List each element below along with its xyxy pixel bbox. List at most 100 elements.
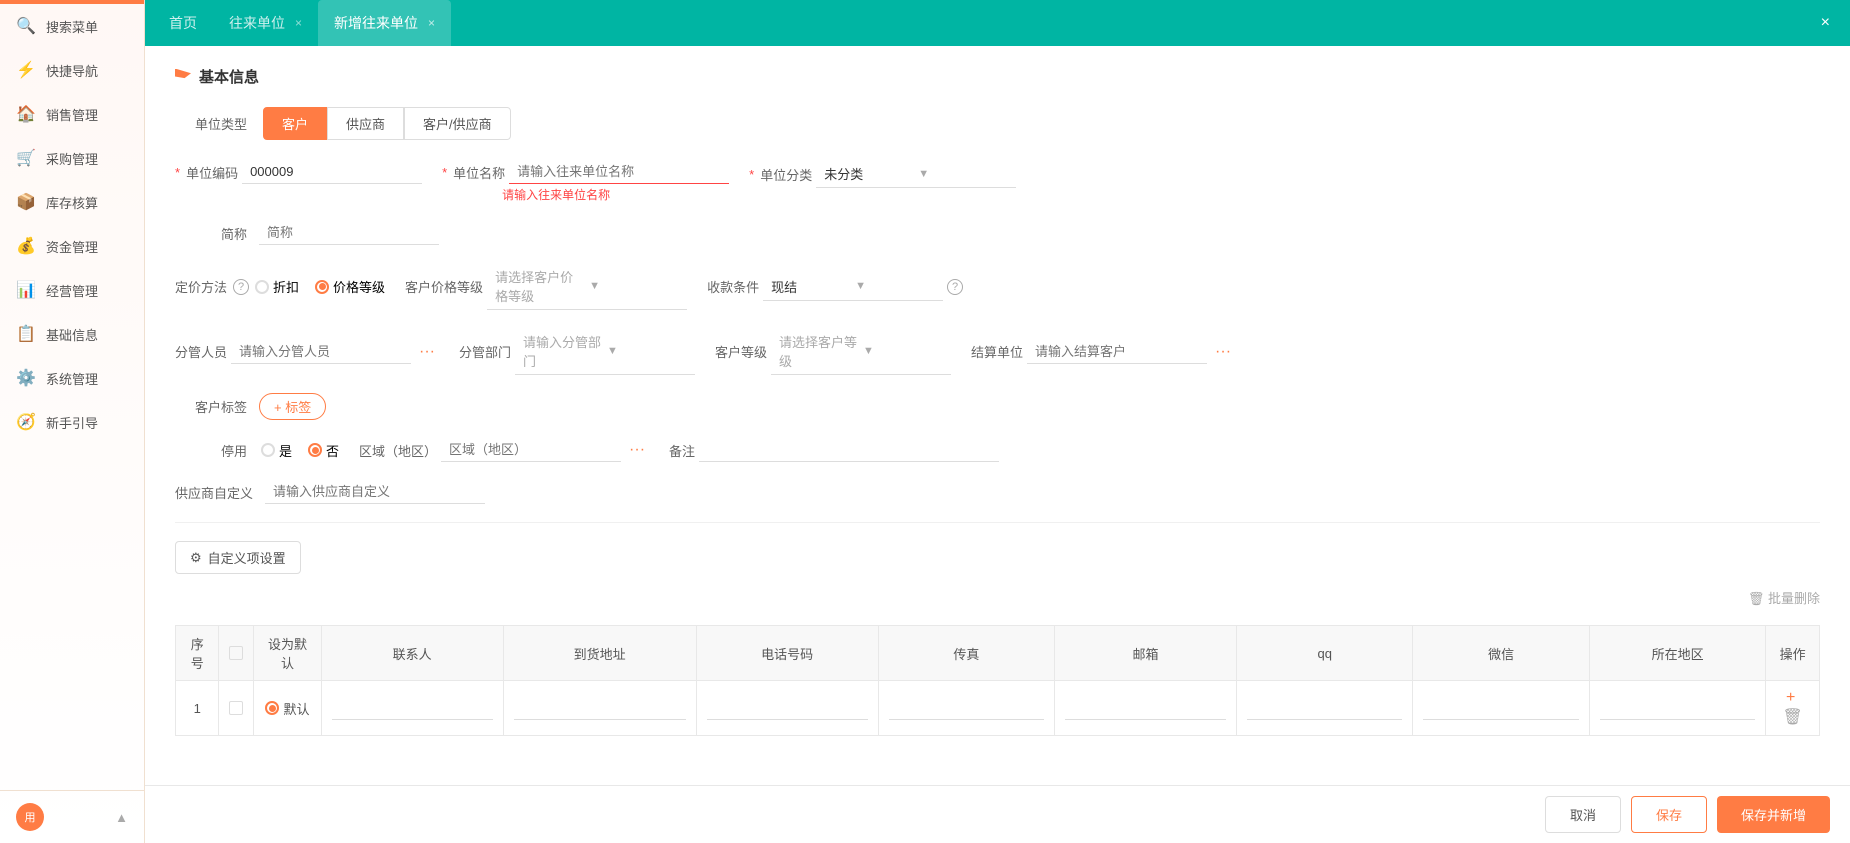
fax-input[interactable] (889, 696, 1044, 720)
wechat-input[interactable] (1423, 696, 1578, 720)
tab-counterpart-label: 往来单位 (229, 13, 285, 33)
customer-level-select[interactable]: 请选择客户等级 ▼ (771, 328, 951, 375)
pricing-row: 定价方法 ? 折扣 价格等级 客户价格等级 请选择客户价格等级 (175, 263, 1820, 310)
default-radio[interactable] (265, 701, 279, 715)
cancel-button[interactable]: 取消 (1545, 796, 1621, 833)
custom-settings-button[interactable]: ⚙ 自定义项设置 (175, 541, 301, 574)
window-close-button[interactable]: × (1809, 14, 1842, 32)
unit-btn-supplier[interactable]: 供应商 (327, 107, 404, 140)
cell-qq (1237, 681, 1413, 736)
cell-address (503, 681, 696, 736)
section-title: 基本信息 (175, 66, 1820, 87)
unit-name-label: 单位名称 (453, 163, 505, 182)
batch-delete-btn[interactable]: 批量删除 (1768, 591, 1820, 606)
pricing-discount-radio[interactable] (255, 280, 269, 294)
qq-input[interactable] (1247, 696, 1402, 720)
tab-counterpart-close[interactable]: × (295, 16, 302, 30)
customer-tag-label: 客户标签 (175, 397, 255, 416)
add-tag-button[interactable]: + 标签 (259, 393, 326, 420)
tab-counterpart[interactable]: 往来单位 × (213, 0, 318, 46)
pricing-level-radio[interactable] (315, 280, 329, 294)
payment-terms-field: 收款条件 现结 ▼ ? (707, 273, 963, 301)
tab-home[interactable]: 首页 (153, 0, 213, 46)
save-button[interactable]: 保存 (1631, 796, 1707, 833)
unit-category-field: * 单位分类 未分类 ▼ (749, 160, 1016, 188)
unit-type-label: 单位类型 (175, 114, 255, 133)
department-label: 分管部门 (459, 342, 511, 361)
payment-terms-help-icon[interactable]: ? (947, 279, 963, 295)
settlement-more-btn[interactable]: ··· (1211, 343, 1235, 361)
supplier-custom-row: 供应商自定义 (175, 480, 1820, 504)
cell-default: 默认 (254, 681, 321, 736)
manager-input[interactable] (231, 340, 411, 364)
tab-new-counterpart[interactable]: 新增往来单位 × (318, 0, 451, 46)
settlement-unit-field: 结算单位 ··· (971, 340, 1235, 364)
sidebar-item-label: 资金管理 (46, 237, 98, 256)
pricing-help-icon[interactable]: ? (233, 279, 249, 295)
main-area: 首页 往来单位 × 新增往来单位 × × 基本信息 单位类型 客户 供应商 客户… (145, 0, 1850, 843)
sidebar-item-search[interactable]: 🔍 搜索菜单 (0, 4, 144, 48)
supplier-custom-input[interactable] (265, 480, 485, 504)
department-select[interactable]: 请输入分管部门 ▼ (515, 328, 695, 375)
region-input[interactable] (441, 438, 621, 462)
remark-input[interactable] (699, 438, 999, 462)
add-row-btn[interactable]: + (1786, 689, 1795, 706)
short-name-row: 简称 (175, 221, 1820, 245)
delete-row-btn[interactable]: 🗑 (1783, 709, 1803, 726)
sidebar-item-label: 基础信息 (46, 325, 98, 344)
settlement-unit-input[interactable] (1027, 340, 1207, 364)
customer-price-level-label: 客户价格等级 (405, 277, 483, 296)
region-more-btn[interactable]: ··· (625, 441, 649, 459)
customer-price-level-select[interactable]: 请选择客户价格等级 ▼ (487, 263, 687, 310)
save-new-button[interactable]: 保存并新增 (1717, 796, 1830, 833)
sidebar-item-basic-info[interactable]: 📋 基础信息 (0, 312, 144, 356)
location-input[interactable] (1600, 696, 1755, 720)
contact-input[interactable] (332, 696, 493, 720)
sidebar-item-inventory[interactable]: 📦 库存核算 (0, 180, 144, 224)
address-input[interactable] (514, 696, 686, 720)
disabled-yes-radio[interactable] (261, 443, 275, 457)
default-radio-option[interactable]: 默认 (264, 699, 310, 718)
sidebar-item-label: 销售管理 (46, 105, 98, 124)
col-actions: 操作 (1766, 626, 1820, 681)
sidebar-item-beginner[interactable]: 🧭 新手引导 (0, 400, 144, 444)
sidebar-item-sales[interactable]: 🏠 销售管理 (0, 92, 144, 136)
pricing-level-option[interactable]: 价格等级 (315, 277, 385, 296)
customer-price-level-field: 客户价格等级 请选择客户价格等级 ▼ (405, 263, 687, 310)
manager-more-btn[interactable]: ··· (415, 343, 439, 361)
supplier-custom-label: 供应商自定义 (175, 483, 261, 502)
tab-new-counterpart-close[interactable]: × (428, 16, 435, 30)
email-input[interactable] (1065, 696, 1226, 720)
cell-row-actions: + 🗑 (1766, 681, 1820, 736)
basic-info-icon: 📋 (16, 324, 36, 344)
short-name-input[interactable] (259, 221, 439, 245)
table-header-checkbox[interactable] (229, 646, 243, 660)
manager-label: 分管人员 (175, 342, 227, 361)
region-field: 区域（地区） ··· (359, 438, 649, 462)
pricing-discount-option[interactable]: 折扣 (255, 277, 299, 296)
disabled-no-label: 否 (326, 441, 339, 460)
unit-btn-both[interactable]: 客户/供应商 (404, 107, 511, 140)
sidebar-item-system[interactable]: ⚙️ 系统管理 (0, 356, 144, 400)
sidebar-item-purchase[interactable]: 🛒 采购管理 (0, 136, 144, 180)
sidebar-item-finance[interactable]: 💰 资金管理 (0, 224, 144, 268)
search-icon: 🔍 (16, 16, 36, 36)
pricing-level-label: 价格等级 (333, 277, 385, 296)
avatar[interactable]: 用 (16, 803, 44, 831)
sidebar-item-quick-nav[interactable]: ⚡ 快捷导航 (0, 48, 144, 92)
disabled-no-option[interactable]: 否 (308, 441, 339, 460)
unit-btn-customer[interactable]: 客户 (263, 107, 327, 140)
unit-code-input[interactable] (242, 160, 422, 184)
phone-input[interactable] (707, 696, 868, 720)
customer-tag-row: 客户标签 + 标签 (175, 393, 1820, 420)
unit-category-select[interactable]: 未分类 ▼ (816, 160, 1016, 188)
unit-name-input[interactable] (509, 160, 729, 184)
row-checkbox[interactable] (229, 701, 243, 715)
disabled-yes-option[interactable]: 是 (261, 441, 292, 460)
disabled-no-radio[interactable] (308, 443, 322, 457)
custom-settings-row: ⚙ 自定义项设置 (175, 541, 1820, 574)
payment-terms-select[interactable]: 现结 ▼ (763, 273, 943, 301)
form-divider (175, 522, 1820, 523)
sidebar-item-operations[interactable]: 📊 经营管理 (0, 268, 144, 312)
sidebar-item-label: 新手引导 (46, 413, 98, 432)
